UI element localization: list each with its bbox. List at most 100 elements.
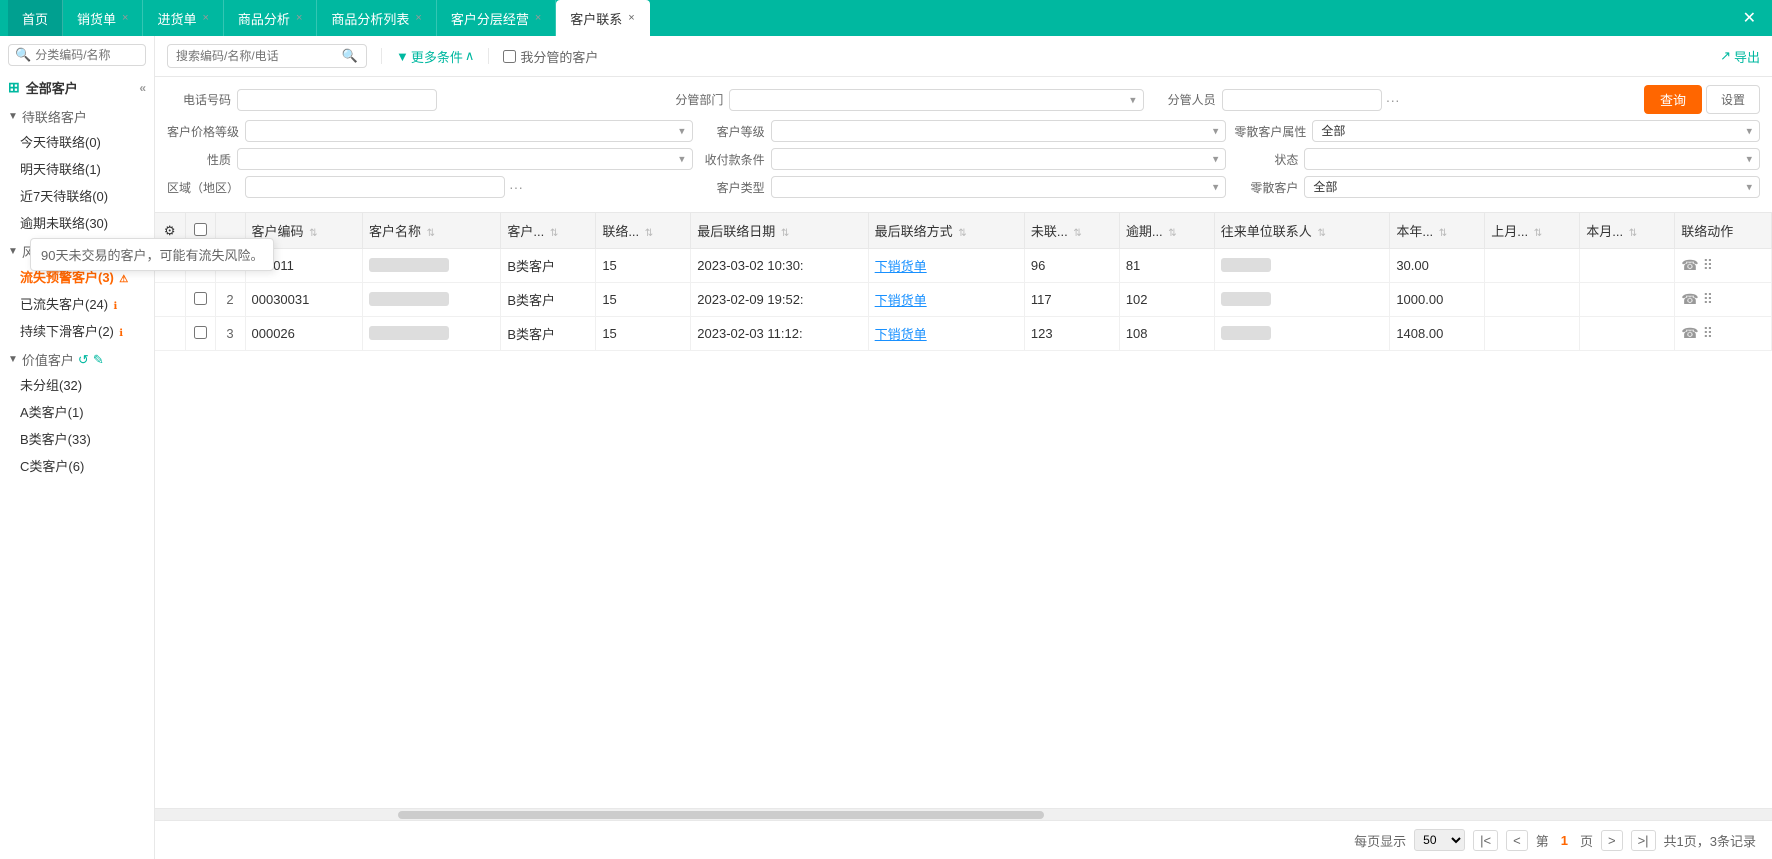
tab-customer-tier-close[interactable]: ×: [535, 12, 541, 24]
col-last-way[interactable]: 最后联络方式 ⇅: [868, 213, 1024, 249]
col-contact[interactable]: 联络... ⇅: [596, 213, 691, 249]
tab-analysis-list-close[interactable]: ×: [415, 12, 421, 24]
sort-icon-ty[interactable]: ⇅: [1439, 228, 1447, 239]
sidebar-item-7days[interactable]: 近7天待联络(0): [0, 182, 154, 209]
sidebar-search-input[interactable]: [35, 48, 139, 62]
prev-page-btn[interactable]: <: [1506, 830, 1528, 851]
sidebar-item-b-class[interactable]: B类客户(33): [0, 425, 154, 452]
edit-icon[interactable]: ✎: [93, 352, 104, 368]
manager-dots[interactable]: ···: [1386, 92, 1400, 108]
sidebar-item-ungrouped[interactable]: 未分组(32): [0, 371, 154, 398]
tab-customer-contact[interactable]: 客户联系 ×: [556, 0, 649, 36]
status-label: 状态: [1234, 151, 1304, 168]
sort-icon-lm[interactable]: ⇅: [1534, 228, 1542, 239]
sort-icon-contact[interactable]: ⇅: [645, 228, 653, 239]
sidebar-item-c-class[interactable]: C类客户(6): [0, 452, 154, 479]
tab-home[interactable]: 首页: [8, 0, 63, 36]
row-checkbox[interactable]: [185, 317, 215, 351]
tab-home-label: 首页: [22, 9, 48, 28]
sidebar-collapse-icon[interactable]: «: [139, 81, 146, 95]
sidebar-item-a-class[interactable]: A类客户(1): [0, 398, 154, 425]
action-phone-icon[interactable]: ☎: [1681, 325, 1698, 342]
zero-customer-select[interactable]: 全部: [1304, 176, 1760, 198]
tab-analysis-list[interactable]: 商品分析列表 ×: [317, 0, 436, 36]
horizontal-scrollbar[interactable]: [155, 808, 1772, 820]
row-last-way[interactable]: 下销货单: [868, 283, 1024, 317]
refresh-icon[interactable]: ↺: [78, 352, 89, 368]
tab-customer-contact-close[interactable]: ×: [628, 12, 634, 24]
next-page-btn[interactable]: >: [1601, 830, 1623, 851]
query-btn[interactable]: 查询: [1644, 85, 1702, 114]
sort-icon-cat[interactable]: ⇅: [550, 228, 558, 239]
close-window-btn[interactable]: ✕: [1743, 8, 1764, 28]
main-search-input[interactable]: [176, 49, 338, 63]
sort-icon-code[interactable]: ⇅: [309, 228, 317, 239]
col-customer-name[interactable]: 客户名称 ⇅: [363, 213, 501, 249]
action-more-icon[interactable]: ⠿: [1703, 325, 1713, 342]
col-this-year[interactable]: 本年... ⇅: [1390, 213, 1485, 249]
action-phone-icon[interactable]: ☎: [1681, 291, 1698, 308]
zero-attr-select[interactable]: 全部: [1312, 120, 1760, 142]
sort-icon-way[interactable]: ⇅: [958, 228, 966, 239]
scrollbar-thumb[interactable]: [398, 811, 1045, 819]
tab-customer-tier[interactable]: 客户分层经营 ×: [437, 0, 556, 36]
first-page-btn[interactable]: |<: [1473, 830, 1498, 851]
sort-icon-name[interactable]: ⇅: [427, 228, 435, 239]
sidebar-item-overdue[interactable]: 逾期未联络(30): [0, 209, 154, 236]
tab-sales[interactable]: 销货单 ×: [63, 0, 143, 36]
col-last-month[interactable]: 上月... ⇅: [1485, 213, 1580, 249]
col-overdue[interactable]: 逾期... ⇅: [1119, 213, 1214, 249]
tab-purchase-close[interactable]: ×: [202, 12, 208, 24]
action-phone-icon[interactable]: ☎: [1681, 257, 1698, 274]
col-contact-person[interactable]: 往来单位联系人 ⇅: [1214, 213, 1390, 249]
col-this-month[interactable]: 本月... ⇅: [1580, 213, 1675, 249]
action-more-icon[interactable]: ⠿: [1703, 257, 1713, 274]
phone-input[interactable]: [237, 89, 437, 111]
gender-select[interactable]: [237, 148, 693, 170]
sidebar-search-wrap[interactable]: 🔍: [8, 44, 146, 66]
last-page-btn[interactable]: >|: [1631, 830, 1656, 851]
main-search-icon[interactable]: 🔍: [342, 48, 358, 64]
status-select[interactable]: [1304, 148, 1760, 170]
sidebar-item-declining[interactable]: 持续下滑客户(2) ℹ: [0, 317, 154, 344]
per-page-select[interactable]: 50 100 200: [1414, 829, 1465, 851]
payment-select[interactable]: [771, 148, 1227, 170]
sidebar-item-churned[interactable]: 已流失客户(24) ℹ: [0, 290, 154, 317]
sort-icon-no[interactable]: ⇅: [1073, 228, 1081, 239]
sidebar-root-item[interactable]: ⊞ 全部客户 «: [0, 74, 154, 101]
col-category[interactable]: 客户... ⇅: [501, 213, 596, 249]
my-customers-checkbox[interactable]: [503, 50, 516, 63]
tab-purchase[interactable]: 进货单 ×: [143, 0, 223, 36]
sidebar-item-tomorrow[interactable]: 明天待联络(1): [0, 155, 154, 182]
row-last-way[interactable]: 下销货单: [868, 249, 1024, 283]
more-conditions-btn[interactable]: ▼ 更多条件 ∧: [396, 47, 474, 66]
type-select[interactable]: [771, 176, 1227, 198]
region-input[interactable]: [245, 176, 505, 198]
dept-select[interactable]: [729, 89, 1143, 111]
col-no-contact[interactable]: 未联... ⇅: [1024, 213, 1119, 249]
sort-icon-date[interactable]: ⇅: [781, 228, 789, 239]
my-customers-checkbox-wrap[interactable]: 我分管的客户: [503, 47, 598, 66]
col-last-date[interactable]: 最后联络日期 ⇅: [691, 213, 868, 249]
row-last-way[interactable]: 下销货单: [868, 317, 1024, 351]
grade-select[interactable]: [771, 120, 1227, 142]
main-search-wrap[interactable]: 🔍: [167, 44, 367, 68]
sidebar-group-pending[interactable]: ▼ 待联络客户: [0, 101, 154, 128]
sidebar-item-today[interactable]: 今天待联络(0): [0, 128, 154, 155]
tab-analysis[interactable]: 商品分析 ×: [224, 0, 317, 36]
row-checkbox[interactable]: [185, 283, 215, 317]
region-dots[interactable]: ···: [509, 179, 523, 195]
tab-sales-close[interactable]: ×: [122, 12, 128, 24]
sort-icon-tm[interactable]: ⇅: [1629, 228, 1637, 239]
settings-btn[interactable]: 设置: [1706, 85, 1760, 114]
sort-icon-cp[interactable]: ⇅: [1317, 228, 1325, 239]
sort-icon-overdue[interactable]: ⇅: [1168, 228, 1176, 239]
select-all-checkbox[interactable]: [194, 223, 207, 236]
tab-analysis-close[interactable]: ×: [296, 12, 302, 24]
export-btn[interactable]: ↗ 导出: [1720, 47, 1760, 66]
sidebar-group-value[interactable]: ▼ 价值客户 ↺ ✎: [0, 344, 154, 371]
arrow-icon: ▼: [8, 111, 18, 122]
manager-input[interactable]: [1222, 89, 1382, 111]
price-grade-select[interactable]: [245, 120, 693, 142]
action-more-icon[interactable]: ⠿: [1703, 291, 1713, 308]
